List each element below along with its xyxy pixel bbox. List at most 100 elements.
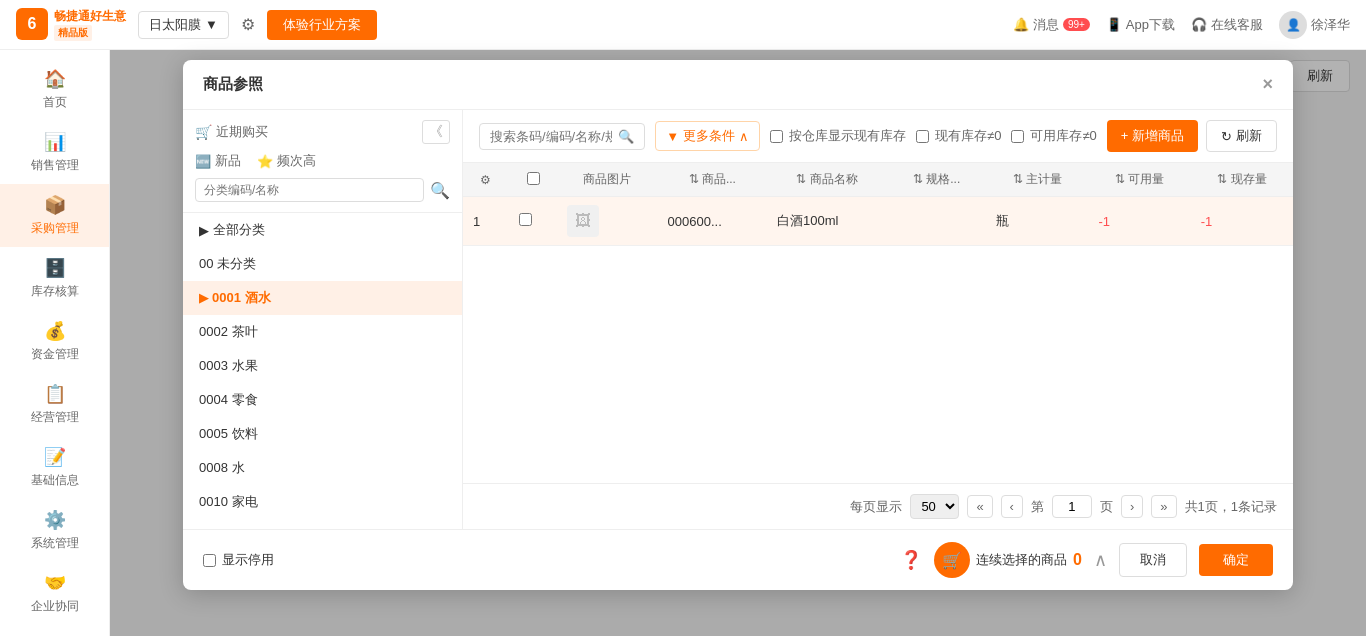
per-page-label: 每页显示: [850, 498, 902, 516]
checkbox-warehouse-input[interactable]: [770, 130, 783, 143]
user-btn[interactable]: 👤 徐泽华: [1279, 11, 1350, 39]
recent-purchase-btn[interactable]: 🛒 近期购买: [195, 123, 268, 141]
first-page-button[interactable]: «: [967, 495, 992, 518]
category-item-0004[interactable]: 0004 零食: [183, 383, 462, 417]
category-item-0003[interactable]: 0003 水果: [183, 349, 462, 383]
collapse-button[interactable]: 《: [422, 120, 450, 144]
select-all-checkbox[interactable]: [527, 172, 540, 185]
category-item-00[interactable]: 00 未分类: [183, 247, 462, 281]
product-table-wrap: ⚙ 商品图片 ⇅ 商品... ⇅ 商品名称 ⇅ 规格... ⇅ 主计量 ⇅ 可用…: [463, 163, 1293, 483]
col-stock[interactable]: ⇅ 现存量: [1191, 163, 1293, 197]
footer-collapse-icon[interactable]: ∧: [1094, 549, 1107, 571]
cat-0001-label: 0001 酒水: [212, 289, 271, 307]
next-page-button[interactable]: ›: [1121, 495, 1143, 518]
category-item-0008[interactable]: 0008 水: [183, 451, 462, 485]
col-spec[interactable]: ⇅ 规格...: [887, 163, 986, 197]
sidebar-item-guide[interactable]: 🎓 新手引导: [0, 625, 109, 636]
sidebar-label-system: 系统管理: [31, 535, 79, 552]
all-category-label: 全部分类: [213, 221, 265, 239]
checkbox-available-nonzero-input[interactable]: [1011, 130, 1024, 143]
sidebar-item-operation[interactable]: 📋 经营管理: [0, 373, 109, 436]
last-page-button[interactable]: »: [1151, 495, 1176, 518]
cat-0008-label: 0008 水: [199, 459, 245, 477]
cancel-button[interactable]: 取消: [1119, 543, 1187, 577]
col-code[interactable]: ⇅ 商品...: [658, 163, 767, 197]
product-search-icon[interactable]: 🔍: [618, 129, 634, 144]
branch-selector[interactable]: 日太阳膜 ▼: [138, 11, 229, 39]
product-search-input[interactable]: [490, 129, 612, 144]
main-layout: 🏠 首页 📊 销售管理 📦 采购管理 🗄️ 库存核算 💰 资金管理 📋 经营管理…: [0, 50, 1366, 636]
headset-icon: 🎧: [1191, 17, 1207, 32]
app-download-btn[interactable]: 📱 App下载: [1106, 16, 1175, 34]
sidebar-label-home: 首页: [43, 94, 67, 111]
category-search-icon[interactable]: 🔍: [430, 181, 450, 200]
checkbox-warehouse: 按仓库显示现有库存: [770, 127, 906, 145]
col-available[interactable]: ⇅ 可用量: [1088, 163, 1190, 197]
sidebar-item-sales[interactable]: 📊 销售管理: [0, 121, 109, 184]
sidebar-item-home[interactable]: 🏠 首页: [0, 58, 109, 121]
sidebar-label-sales: 销售管理: [31, 157, 79, 174]
trial-button[interactable]: 体验行业方案: [267, 10, 377, 40]
operation-icon: 📋: [44, 383, 66, 405]
table-row[interactable]: 1 🖼 000600... 白酒100ml 瓶: [463, 197, 1293, 246]
sidebar-item-system[interactable]: ⚙️ 系统管理: [0, 499, 109, 562]
sidebar-item-collab[interactable]: 🤝 企业协同: [0, 562, 109, 625]
row-select-checkbox[interactable]: [519, 213, 532, 226]
sidebar-item-inventory[interactable]: 🗄️ 库存核算: [0, 247, 109, 310]
logo: 6 畅捷通好生意 精品版: [16, 8, 126, 42]
sidebar-label-operation: 经营管理: [31, 409, 79, 426]
cat-0004-label: 0004 零食: [199, 391, 258, 409]
left-panel-actions: 🛒 近期购买 《: [183, 120, 462, 152]
messages-badge: 99+: [1063, 18, 1090, 31]
sidebar-item-purchase[interactable]: 📦 采购管理: [0, 184, 109, 247]
filter-label: 更多条件: [683, 127, 735, 145]
cat-0002-label: 0002 茶叶: [199, 323, 258, 341]
app-download-label: App下载: [1126, 16, 1175, 34]
messages-label: 消息: [1033, 16, 1059, 34]
row-stock: -1: [1191, 197, 1293, 246]
per-page-select[interactable]: 50: [910, 494, 959, 519]
sidebar-label-purchase: 采购管理: [31, 220, 79, 237]
online-service-btn[interactable]: 🎧 在线客服: [1191, 16, 1263, 34]
sidebar-item-basic[interactable]: 📝 基础信息: [0, 436, 109, 499]
left-panel: 🛒 近期购买 《 🆕 新品 ⭐ 频次: [183, 110, 463, 529]
add-product-button[interactable]: + 新增商品: [1107, 120, 1198, 152]
all-category-item[interactable]: ▶ 全部分类: [183, 213, 462, 247]
row-code: 000600...: [658, 197, 767, 246]
help-icon[interactable]: ❓: [900, 549, 922, 571]
category-item-0005[interactable]: 0005 饮料: [183, 417, 462, 451]
modal-close-button[interactable]: ×: [1262, 74, 1273, 95]
inventory-icon: 🗄️: [44, 257, 66, 279]
category-search-input[interactable]: [204, 183, 415, 197]
checkbox-stock-nonzero: 现有库存≠0: [916, 127, 1001, 145]
modal-body: 🛒 近期购买 《 🆕 新品 ⭐ 频次: [183, 110, 1293, 529]
row-name: 白酒100ml: [767, 197, 887, 246]
messages-btn[interactable]: 🔔 消息 99+: [1013, 16, 1090, 34]
checkbox-stock-nonzero-input[interactable]: [916, 130, 929, 143]
show-disabled-checkbox[interactable]: [203, 554, 216, 567]
settings-icon[interactable]: ⚙: [241, 15, 255, 34]
cat-0005-label: 0005 饮料: [199, 425, 258, 443]
logo-text: 畅捷通好生意 精品版: [54, 8, 126, 42]
freq-btn-label: 频次高: [277, 152, 316, 170]
category-item-0010[interactable]: 0010 家电: [183, 485, 462, 519]
col-settings[interactable]: ⚙: [463, 163, 509, 197]
confirm-button[interactable]: 确定: [1199, 544, 1273, 576]
prev-page-button[interactable]: ‹: [1001, 495, 1023, 518]
row-checkbox: [509, 197, 558, 246]
col-unit[interactable]: ⇅ 主计量: [986, 163, 1088, 197]
cart-wrap[interactable]: 🛒 连续选择的商品 0: [934, 542, 1082, 578]
category-item-0002[interactable]: 0002 茶叶: [183, 315, 462, 349]
sidebar-item-finance[interactable]: 💰 资金管理: [0, 310, 109, 373]
filter-button[interactable]: ▼ 更多条件 ∧: [655, 121, 760, 151]
new-product-btn[interactable]: 🆕 新品: [195, 152, 241, 170]
freq-btn[interactable]: ⭐ 频次高: [257, 152, 316, 170]
online-service-label: 在线客服: [1211, 16, 1263, 34]
sidebar-label-finance: 资金管理: [31, 346, 79, 363]
row-unit: 瓶: [986, 197, 1088, 246]
sidebar-label-collab: 企业协同: [31, 598, 79, 615]
category-item-0001[interactable]: ▶ 0001 酒水: [183, 281, 462, 315]
refresh-button[interactable]: ↻ 刷新: [1206, 120, 1277, 152]
col-name[interactable]: ⇅ 商品名称: [767, 163, 887, 197]
page-number-input[interactable]: [1052, 495, 1092, 518]
